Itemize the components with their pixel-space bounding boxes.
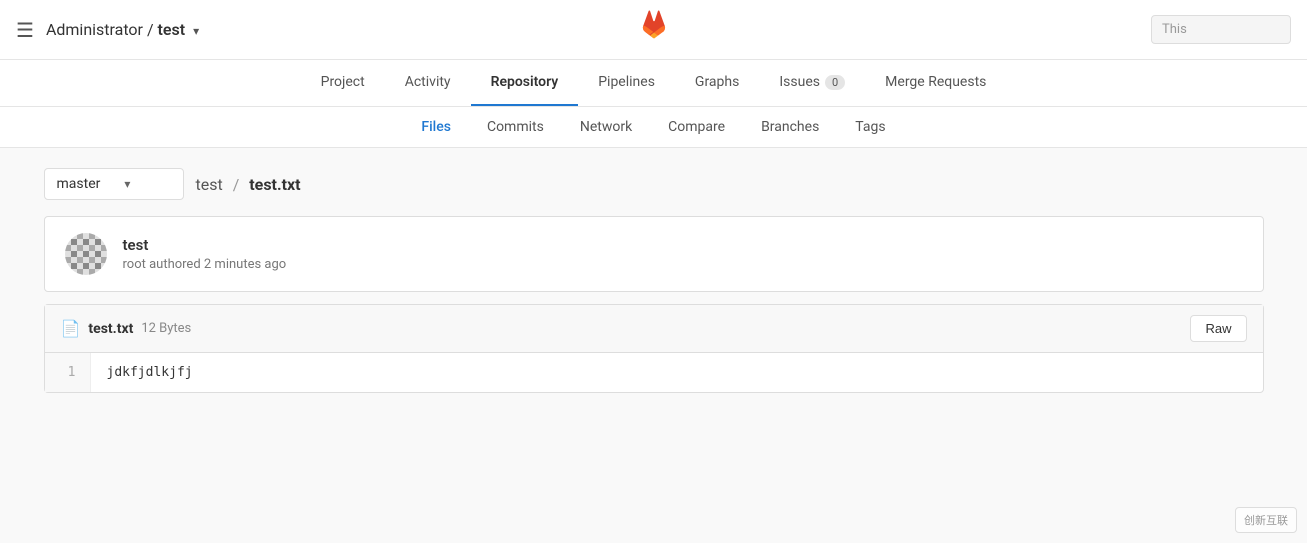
code-line: jdkfjdlkjfj bbox=[107, 365, 1247, 380]
breadcrumb-separator: / bbox=[147, 20, 158, 39]
commit-meta: root authored 2 minutes ago bbox=[123, 257, 287, 272]
nav-right: This bbox=[1151, 15, 1291, 44]
subtab-network[interactable]: Network bbox=[562, 107, 650, 147]
subtab-branches[interactable]: Branches bbox=[743, 107, 837, 147]
main-content: master ▾ test / test.txt bbox=[24, 168, 1284, 393]
file-path: test / test.txt bbox=[196, 175, 301, 194]
path-separator: / bbox=[233, 175, 240, 194]
branch-name: master bbox=[57, 176, 101, 192]
tab-issues[interactable]: Issues 0 bbox=[759, 60, 865, 106]
sub-tabs: Files Commits Network Compare Branches T… bbox=[0, 107, 1307, 148]
path-filename: test.txt bbox=[249, 175, 300, 194]
chevron-down-icon: ▾ bbox=[193, 24, 199, 38]
breadcrumb: Administrator / test ▾ bbox=[46, 20, 199, 39]
file-header: 📄 test.txt 12 Bytes Raw bbox=[45, 305, 1263, 353]
avatar-pattern bbox=[65, 233, 107, 275]
branch-row: master ▾ test / test.txt bbox=[44, 168, 1264, 200]
commit-title[interactable]: test bbox=[123, 236, 287, 254]
hamburger-icon[interactable]: ☰ bbox=[16, 18, 34, 42]
gitlab-logo bbox=[632, 6, 676, 50]
commit-card: test root authored 2 minutes ago bbox=[44, 216, 1264, 292]
logo-container bbox=[632, 6, 676, 54]
branch-selector[interactable]: master ▾ bbox=[44, 168, 184, 200]
commit-info: test root authored 2 minutes ago bbox=[123, 236, 287, 272]
subtab-files[interactable]: Files bbox=[403, 107, 469, 147]
subtab-commits[interactable]: Commits bbox=[469, 107, 562, 147]
code-area: 1 jdkfjdlkjfj bbox=[45, 353, 1263, 392]
tab-activity[interactable]: Activity bbox=[385, 60, 471, 106]
avatar bbox=[65, 233, 107, 275]
search-box[interactable]: This bbox=[1151, 15, 1291, 44]
subtab-tags[interactable]: Tags bbox=[837, 107, 903, 147]
nav-left: ☰ Administrator / test ▾ bbox=[16, 18, 199, 42]
tab-graphs[interactable]: Graphs bbox=[675, 60, 759, 106]
path-root[interactable]: test bbox=[196, 175, 223, 194]
tab-pipelines[interactable]: Pipelines bbox=[578, 60, 675, 106]
tab-issues-label: Issues bbox=[779, 74, 820, 90]
file-header-left: 📄 test.txt 12 Bytes bbox=[61, 319, 192, 338]
main-tabs: Project Activity Repository Pipelines Gr… bbox=[0, 60, 1307, 107]
tab-repository[interactable]: Repository bbox=[471, 60, 579, 106]
tab-merge-requests[interactable]: Merge Requests bbox=[865, 60, 1006, 106]
file-icon: 📄 bbox=[61, 319, 81, 338]
file-viewer: 📄 test.txt 12 Bytes Raw 1 jdkfjdlkjfj bbox=[44, 304, 1264, 393]
subtab-compare[interactable]: Compare bbox=[650, 107, 743, 147]
branch-dropdown-icon: ▾ bbox=[124, 177, 130, 191]
file-name: test.txt bbox=[88, 321, 133, 337]
raw-button[interactable]: Raw bbox=[1190, 315, 1246, 342]
line-number: 1 bbox=[59, 365, 76, 380]
breadcrumb-repo[interactable]: test bbox=[158, 20, 186, 39]
watermark: 创新互联 bbox=[1235, 507, 1297, 533]
code-content: jdkfjdlkjfj bbox=[91, 353, 1263, 392]
breadcrumb-user: Administrator bbox=[46, 20, 143, 39]
line-numbers: 1 bbox=[45, 353, 91, 392]
issues-badge: 0 bbox=[825, 75, 845, 90]
top-nav: ☰ Administrator / test ▾ This bbox=[0, 0, 1307, 60]
tab-project[interactable]: Project bbox=[301, 60, 385, 106]
file-size: 12 Bytes bbox=[141, 321, 191, 336]
